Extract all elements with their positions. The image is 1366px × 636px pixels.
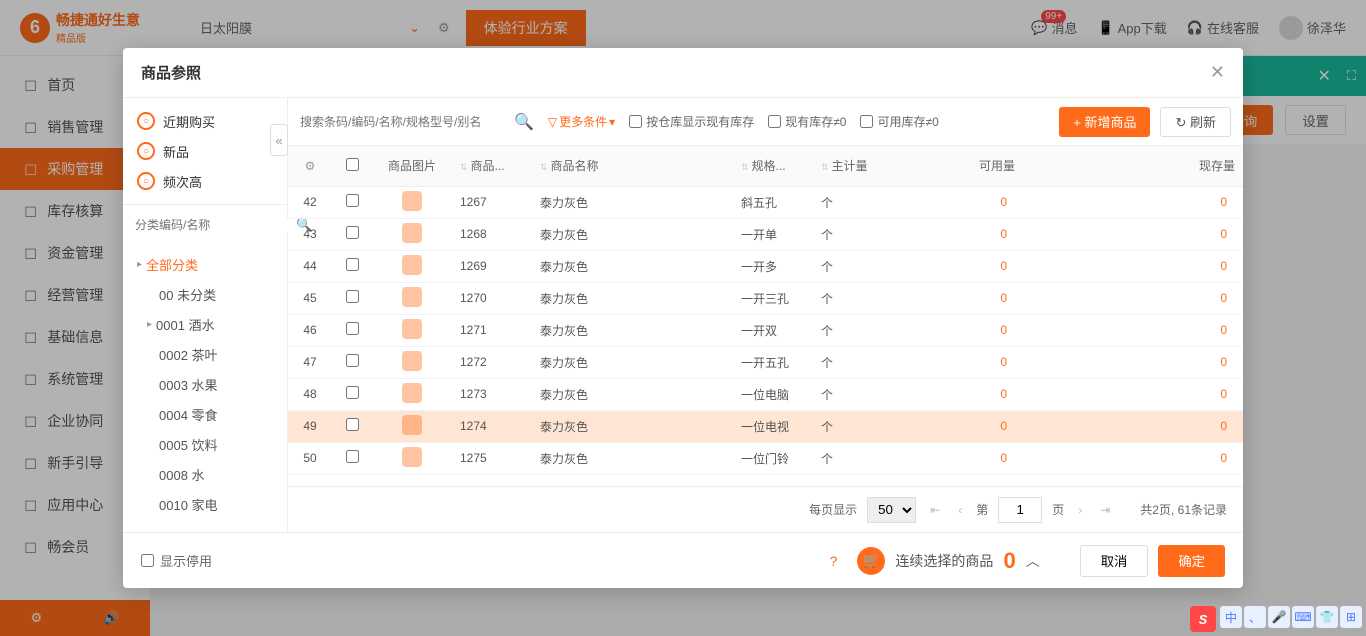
select-all-checkbox[interactable] [346,158,359,171]
chevron-down-icon: ▾ [609,115,615,129]
table-row[interactable]: 441269泰力灰色一开多个00 [288,250,1243,282]
table-row[interactable]: 481273泰力灰色一位电脑个00 [288,378,1243,410]
category-item[interactable]: 0008 水 [123,459,287,489]
category-item[interactable]: ▸0001 酒水 [123,309,287,339]
page-info: 共2页, 61条记录 [1140,501,1227,518]
category-item[interactable]: 0005 饮料 [123,429,287,459]
ime-button[interactable]: 、 [1244,606,1266,628]
ime-button[interactable]: 👕 [1316,606,1338,628]
gear-icon[interactable]: ⚙ [305,159,316,173]
more-conditions-link[interactable]: ▽ 更多条件 ▾ [548,113,615,130]
quick-icon: ○ [137,172,155,190]
row-checkbox[interactable] [346,386,359,399]
col-stock[interactable]: 现存量 [1023,146,1243,186]
category-all[interactable]: ▸ 全部分类 [123,249,287,279]
row-checkbox[interactable] [346,322,359,335]
product-image [402,447,422,467]
ime-button[interactable]: 中 [1220,606,1242,628]
available-stock-checkbox[interactable]: 可用库存≠0 [860,113,938,130]
category-item[interactable]: 0004 零食 [123,399,287,429]
quick-filter-item[interactable]: ○新品 [123,136,287,166]
category-root-label: 全部分类 [146,255,198,274]
search-icon[interactable]: 🔍 [514,112,534,132]
col-available[interactable]: 可用量 [883,146,1023,186]
ime-button[interactable]: ⌨ [1292,606,1314,628]
filter-icon: ▽ [548,115,557,129]
quick-filter-item[interactable]: ○近期购买 [123,106,287,136]
table-row[interactable]: 501275泰力灰色一位门铃个00 [288,442,1243,474]
pagination: 每页显示 50 ⇤ ‹ 第 页 › ⇥ 共2页, 61条记录 [288,486,1243,532]
row-checkbox[interactable] [346,354,359,367]
products-table: ⚙ 商品图片 ⇅商品... ⇅商品名称 ⇅规格... ⇅主计量 可用量 现存量 … [288,146,1243,475]
table-row[interactable]: 451270泰力灰色一开三孔个00 [288,282,1243,314]
category-search-input[interactable] [135,218,290,232]
chevron-up-icon[interactable]: ︿ [1026,551,1040,571]
product-reference-modal: 商品参照 ✕ « ○近期购买○新品○频次高 🔍 ▸ 全部分类 00 未分类▸00… [123,48,1243,588]
current-stock-checkbox[interactable]: 现有库存≠0 [768,113,846,130]
chevron-right-icon: ▸ [147,319,152,330]
quick-icon: ○ [137,142,155,160]
col-image[interactable]: 商品图片 [372,146,452,186]
product-image [402,255,422,275]
product-image [402,415,422,435]
modal-overlay: 商品参照 ✕ « ○近期购买○新品○频次高 🔍 ▸ 全部分类 00 未分类▸00… [0,0,1366,636]
ime-logo-icon[interactable]: S [1190,606,1216,632]
product-image [402,223,422,243]
col-code[interactable]: ⇅商品... [452,146,532,186]
confirm-button[interactable]: 确定 [1158,545,1225,577]
show-disabled-checkbox[interactable]: 显示停用 [141,551,212,570]
category-item[interactable]: 0010 家电 [123,489,287,519]
col-unit[interactable]: ⇅主计量 [813,146,883,186]
product-image [402,191,422,211]
product-search-input[interactable] [300,115,500,129]
next-page-button[interactable]: › [1074,503,1086,517]
row-checkbox[interactable] [346,450,359,463]
prev-page-button[interactable]: ‹ [954,503,966,517]
ime-toolbar: S 中、🎤⌨👕⊞ [1190,606,1362,632]
last-page-button[interactable]: ⇥ [1096,503,1114,517]
quick-icon: ○ [137,112,155,130]
per-page-label: 每页显示 [809,501,857,518]
refresh-button[interactable]: ↻ 刷新 [1160,107,1231,137]
ime-button[interactable]: 🎤 [1268,606,1290,628]
row-checkbox[interactable] [346,226,359,239]
help-icon[interactable]: ? [830,553,838,569]
row-checkbox[interactable] [346,194,359,207]
row-checkbox[interactable] [346,418,359,431]
continuous-select-label: 连续选择的商品 [895,551,993,571]
more-conditions-label: 更多条件 [559,113,607,130]
table-row[interactable]: 421267泰力灰色斜五孔个00 [288,186,1243,218]
table-row[interactable]: 491274泰力灰色一位电视个00 [288,410,1243,442]
table-row[interactable]: 471272泰力灰色一开五孔个00 [288,346,1243,378]
page-size-select[interactable]: 50 [867,497,916,523]
cart-icon: 🛒 [857,547,885,575]
add-product-button[interactable]: + 新增商品 [1059,107,1150,137]
chevron-right-icon: ▸ [137,259,142,270]
product-image [402,351,422,371]
quick-filter-item[interactable]: ○频次高 [123,166,287,196]
warehouse-stock-checkbox[interactable]: 按仓库显示现有库存 [629,113,754,130]
table-row[interactable]: 431268泰力灰色一开单个00 [288,218,1243,250]
modal-title: 商品参照 [141,62,201,83]
product-image [402,383,422,403]
col-spec[interactable]: ⇅规格... [733,146,813,186]
collapse-sidebar-button[interactable]: « [270,124,288,156]
row-checkbox[interactable] [346,258,359,271]
selected-count: 0 [1003,548,1015,574]
cancel-button[interactable]: 取消 [1080,545,1149,577]
product-image [402,319,422,339]
table-row[interactable]: 461271泰力灰色一开双个00 [288,314,1243,346]
category-item[interactable]: 0003 水果 [123,369,287,399]
category-item[interactable]: 00 未分类 [123,279,287,309]
row-checkbox[interactable] [346,290,359,303]
ime-button[interactable]: ⊞ [1340,606,1362,628]
close-icon[interactable]: ✕ [1210,62,1225,83]
col-name[interactable]: ⇅商品名称 [532,146,733,186]
first-page-button[interactable]: ⇤ [926,503,944,517]
page-input[interactable] [998,497,1042,523]
category-item[interactable]: 0002 茶叶 [123,339,287,369]
product-image [402,287,422,307]
